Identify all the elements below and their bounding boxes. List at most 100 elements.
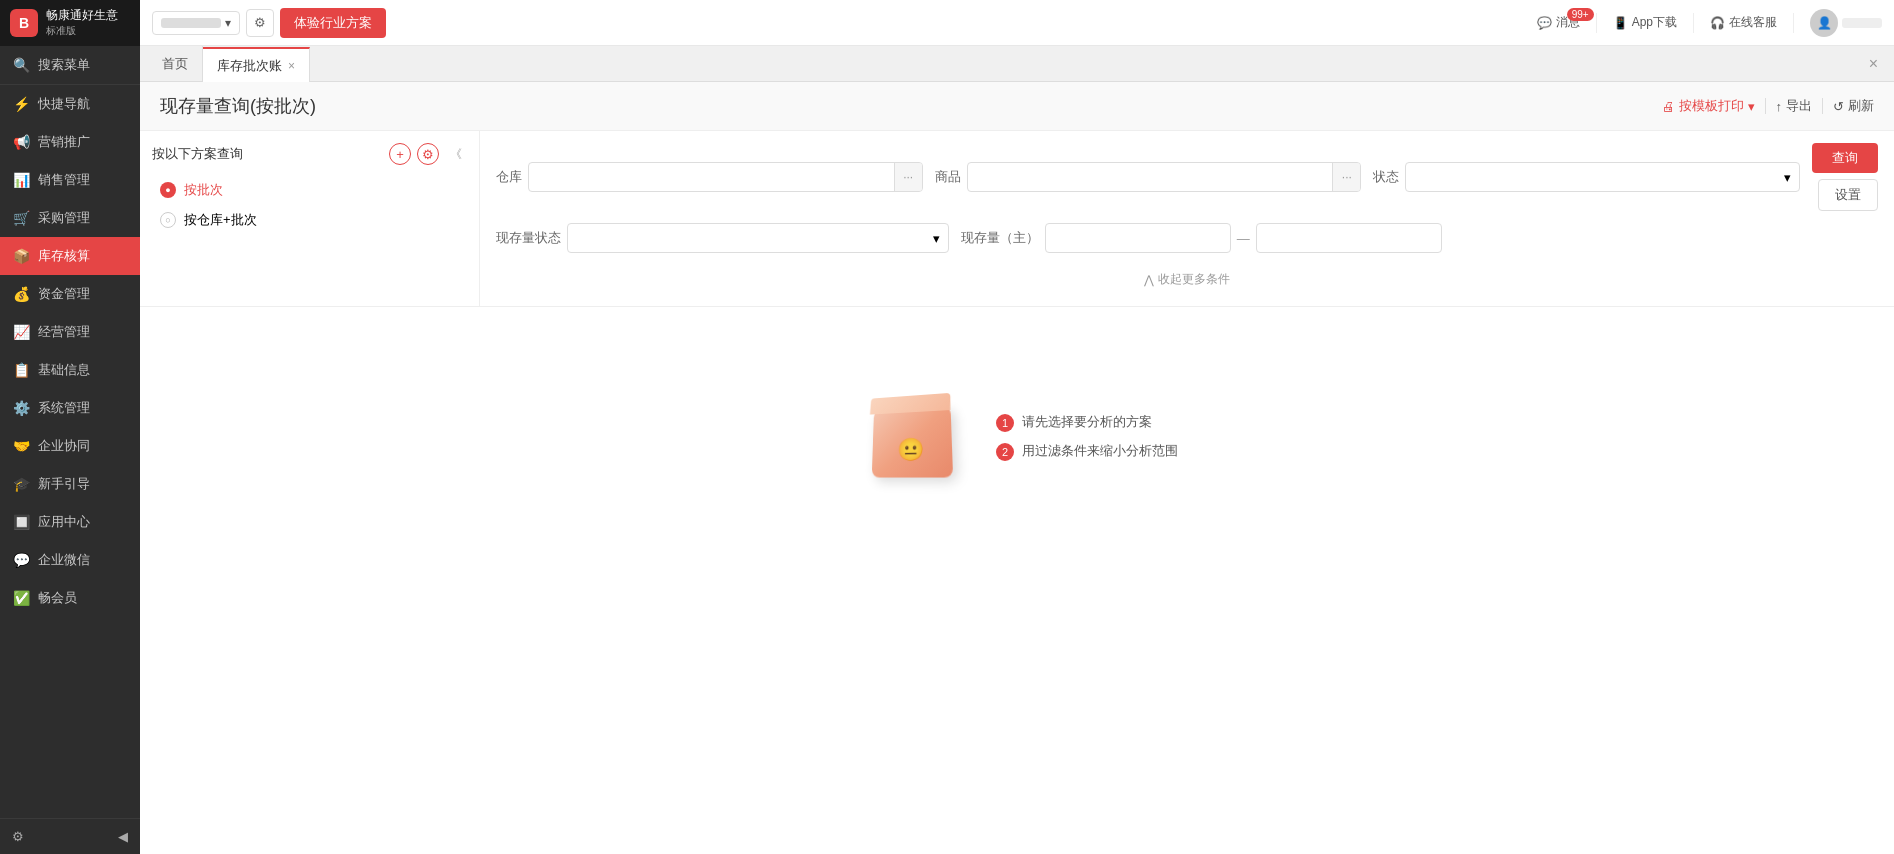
warehouse-dots-button[interactable]: ··· xyxy=(894,162,922,192)
sidebar-item-finance[interactable]: 💰 资金管理 xyxy=(0,275,140,313)
sidebar-item-label-marketing: 营销推广 xyxy=(38,133,90,151)
query-button[interactable]: 查询 xyxy=(1812,143,1878,173)
filter-row-1: 仓库 ··· 商品 ··· xyxy=(496,143,1878,211)
notice-badge: 99+ xyxy=(1567,8,1594,21)
sidebar-item-search[interactable]: 🔍 搜索菜单 xyxy=(0,46,140,85)
header-divider-2 xyxy=(1822,98,1823,114)
sidebar-item-label-app-center: 应用中心 xyxy=(38,513,90,531)
sidebar-item-inventory[interactable]: 📦 库存核算 xyxy=(0,237,140,275)
sidebar-item-label-wechat: 企业微信 xyxy=(38,551,90,569)
scheme-by-warehouse-batch[interactable]: ○ 按仓库+批次 xyxy=(152,205,467,235)
sidebar-item-label-purchase: 采购管理 xyxy=(38,209,90,227)
refresh-button[interactable]: ↺ 刷新 xyxy=(1833,97,1874,115)
sidebar-item-wechat[interactable]: 💬 企业微信 xyxy=(0,541,140,579)
sidebar-item-system[interactable]: ⚙️ 系统管理 xyxy=(0,389,140,427)
settings-button[interactable]: 设置 xyxy=(1818,179,1878,211)
scheme-dot-gray: ○ xyxy=(160,212,176,228)
sidebar-item-label-finance: 资金管理 xyxy=(38,285,90,303)
stock-qty-range: — xyxy=(1045,223,1442,253)
sidebar-item-member[interactable]: ✅ 畅会员 xyxy=(0,579,140,617)
user-menu[interactable]: 👤 xyxy=(1810,9,1882,37)
stock-qty-max-input[interactable] xyxy=(1256,223,1442,253)
stock-status-chevron-icon: ▾ xyxy=(933,231,940,246)
wechat-icon: 💬 xyxy=(12,551,30,569)
scheme-by-batch[interactable]: ● 按批次 xyxy=(152,175,467,205)
sidebar-footer: ⚙ ◀ xyxy=(0,818,140,854)
sidebar-item-app-center[interactable]: 🔲 应用中心 xyxy=(0,503,140,541)
app-edition: 标准版 xyxy=(46,24,118,38)
operation-icon: 📈 xyxy=(12,323,30,341)
export-button[interactable]: ↑ 导出 xyxy=(1776,97,1813,115)
topbar-divider-2 xyxy=(1693,13,1694,33)
tip-num-1: 1 xyxy=(996,414,1014,432)
chevron-up-icon: ⋀ xyxy=(1144,273,1154,287)
avatar: 👤 xyxy=(1810,9,1838,37)
filter-stock-status-field: 现存量状态 ▾ xyxy=(496,223,949,253)
product-dots-button[interactable]: ··· xyxy=(1332,162,1360,192)
box-face: 😐 xyxy=(897,437,924,464)
sidebar-item-label-newbie: 新手引导 xyxy=(38,475,90,493)
sidebar-item-purchase[interactable]: 🛒 采购管理 xyxy=(0,199,140,237)
header-divider-1 xyxy=(1765,98,1766,114)
page-content: 现存量查询(按批次) 🖨 按模板打印 ▾ ↑ 导出 ↺ 刷 xyxy=(140,82,1894,854)
sidebar-item-quick-nav[interactable]: ⚡ 快捷导航 xyxy=(0,85,140,123)
app-download-label: App下载 xyxy=(1632,14,1677,31)
online-service-button[interactable]: 🎧 在线客服 xyxy=(1710,14,1777,31)
topbar-divider-1 xyxy=(1596,13,1597,33)
template-print-button[interactable]: 🖨 按模板打印 ▾ xyxy=(1662,97,1755,115)
tab-home[interactable]: 首页 xyxy=(148,46,203,82)
empty-icon-area: 😐 xyxy=(856,387,966,497)
page-header: 现存量查询(按批次) 🖨 按模板打印 ▾ ↑ 导出 ↺ 刷 xyxy=(140,82,1894,131)
app-download-button[interactable]: 📱 App下载 xyxy=(1613,14,1677,31)
topbar-right: 💬 消息 99+ 📱 App下载 🎧 在线客服 👤 xyxy=(1537,9,1882,37)
chevron-down-icon: ▾ xyxy=(1784,170,1791,185)
collapse-text: 收起更多条件 xyxy=(1158,271,1230,288)
stock-qty-min-input[interactable] xyxy=(1045,223,1231,253)
sidebar-collapse-icon[interactable]: ◀ xyxy=(118,829,128,844)
sidebar-item-enterprise[interactable]: 🤝 企业协同 xyxy=(0,427,140,465)
experience-button[interactable]: 体验行业方案 xyxy=(280,8,386,38)
username-label xyxy=(1842,18,1882,28)
tab-inventory-batch[interactable]: 库存批次账 × xyxy=(203,47,310,83)
sidebar-item-label-operation: 经营管理 xyxy=(38,323,90,341)
status-select[interactable]: ▾ xyxy=(1405,162,1800,192)
product-input[interactable] xyxy=(968,170,1333,185)
collapse-scheme-button[interactable]: 《 xyxy=(445,143,467,165)
tab-close-icon[interactable]: × xyxy=(288,59,295,73)
settings-scheme-button[interactable]: ⚙ xyxy=(417,143,439,165)
sidebar-item-sales[interactable]: 📊 销售管理 xyxy=(0,161,140,199)
sidebar: B 畅康通好生意 标准版 🔍 搜索菜单 ⚡ 快捷导航 📢 营销推广 📊 销售管理… xyxy=(0,0,140,854)
add-scheme-button[interactable]: + xyxy=(389,143,411,165)
tip-num-2: 2 xyxy=(996,443,1014,461)
sidebar-item-marketing[interactable]: 📢 营销推广 xyxy=(0,123,140,161)
product-label: 商品 xyxy=(935,168,961,186)
tab-home-label: 首页 xyxy=(162,55,188,73)
sidebar-item-label-quick-nav: 快捷导航 xyxy=(38,95,90,113)
warehouse-input[interactable] xyxy=(529,170,894,185)
sidebar-item-newbie[interactable]: 🎓 新手引导 xyxy=(0,465,140,503)
export-icon: ↑ xyxy=(1776,99,1783,114)
stock-status-label: 现存量状态 xyxy=(496,229,561,247)
sidebar-item-label-enterprise: 企业协同 xyxy=(38,437,90,455)
notice-button[interactable]: 💬 消息 99+ xyxy=(1537,14,1580,31)
newbie-icon: 🎓 xyxy=(12,475,30,493)
topbar: ▾ ⚙ 体验行业方案 💬 消息 99+ 📱 App下载 🎧 在线客服 xyxy=(140,0,1894,46)
tabs-close-all-button[interactable]: × xyxy=(1861,55,1886,73)
topbar-gear-button[interactable]: ⚙ xyxy=(246,9,274,37)
online-service-label: 在线客服 xyxy=(1729,14,1777,31)
sidebar-item-basic[interactable]: 📋 基础信息 xyxy=(0,351,140,389)
quick-nav-icon: ⚡ xyxy=(12,95,30,113)
empty-tips: 1 请先选择要分析的方案 2 用过滤条件来缩小分析范围 xyxy=(996,413,1178,471)
empty-state: 😐 1 请先选择要分析的方案 2 用过滤条件来缩小分析范围 xyxy=(140,307,1894,577)
status-label: 状态 xyxy=(1373,168,1399,186)
dropdown-chevron-icon: ▾ xyxy=(225,16,231,30)
sidebar-item-label-sales: 销售管理 xyxy=(38,171,90,189)
collapse-more-button[interactable]: ⋀ 收起更多条件 xyxy=(496,265,1878,294)
sidebar-settings-icon[interactable]: ⚙ xyxy=(12,829,24,844)
topbar-dropdown[interactable]: ▾ xyxy=(152,11,240,35)
stock-status-select[interactable]: ▾ xyxy=(567,223,949,253)
app-logo: B xyxy=(10,9,38,37)
dropdown-label xyxy=(161,18,221,28)
sidebar-item-operation[interactable]: 📈 经营管理 xyxy=(0,313,140,351)
page-inner: 现存量查询(按批次) 🖨 按模板打印 ▾ ↑ 导出 ↺ 刷 xyxy=(140,82,1894,854)
